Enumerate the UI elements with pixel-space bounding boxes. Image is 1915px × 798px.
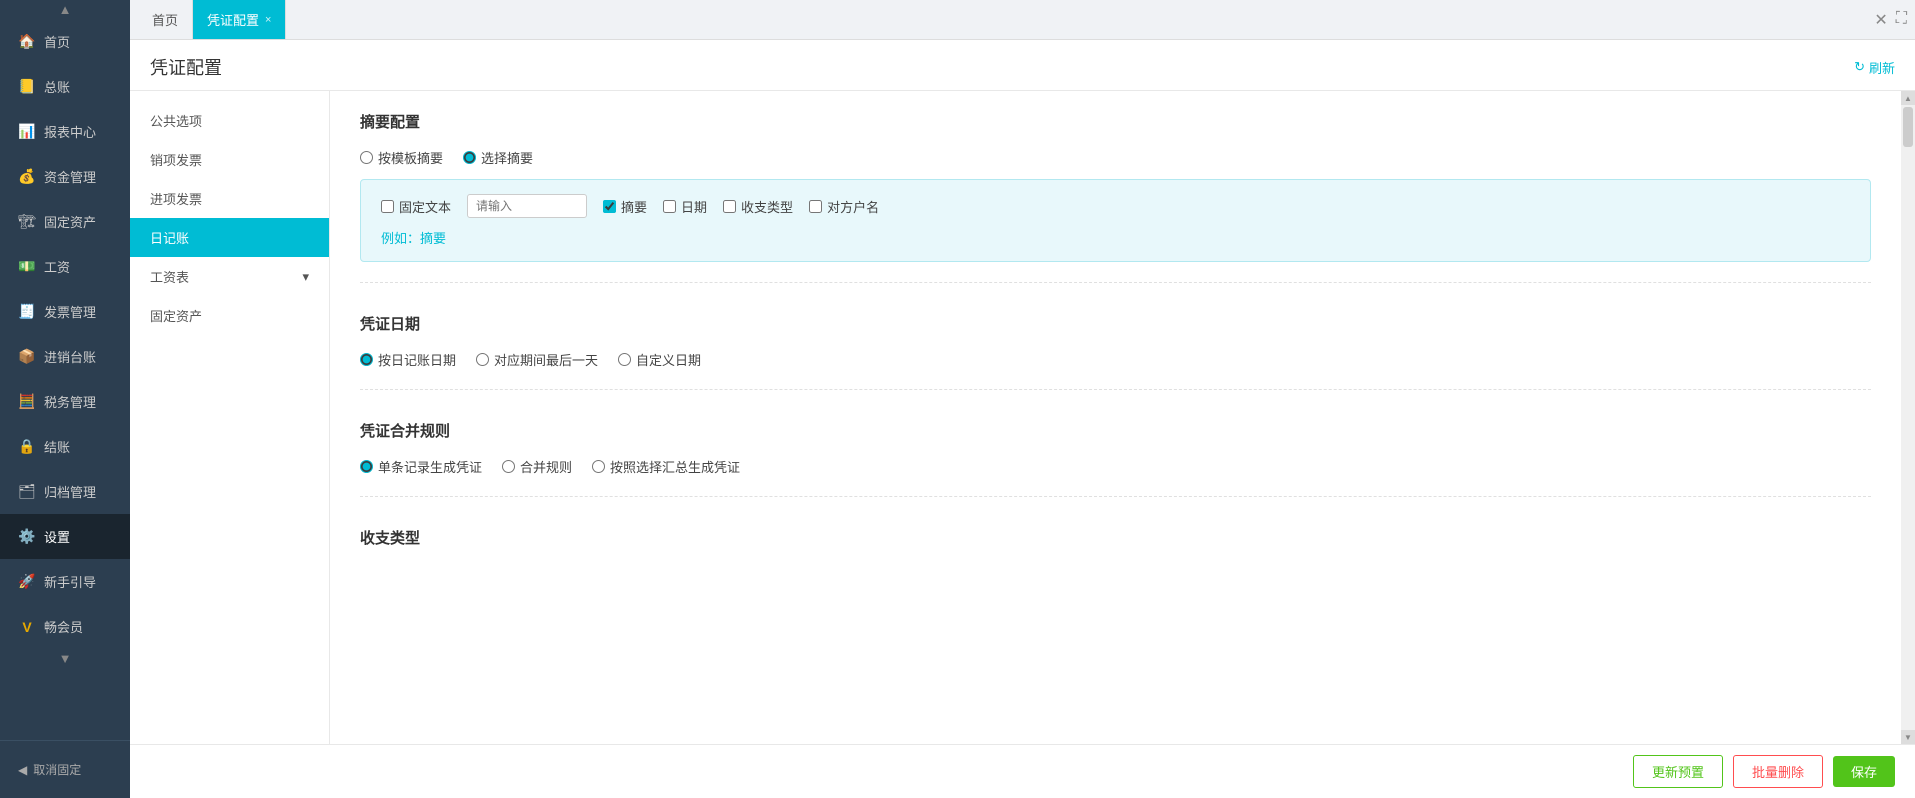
sidebar: ▲ 🏠 首页 📒 总账 📊 报表中心 💰 资金管理 🏗 固定资产 💵 工资 🧾 …	[0, 0, 130, 798]
summary-radio-group: 按模板摘要 选择摘要	[360, 148, 1871, 167]
save-button[interactable]: 保存	[1833, 756, 1895, 787]
voucher-date-radio-group: 按日记账日期 对应期间最后一天 自定义日期	[360, 350, 1871, 369]
pin-icon: ◀	[18, 763, 27, 777]
sidebar-item-archive[interactable]: 🗂 归档管理	[0, 469, 130, 514]
left-nav-fixed-assets[interactable]: 固定资产	[130, 296, 329, 335]
summary-config-section: 摘要配置 按模板摘要 选择摘要	[360, 111, 1871, 283]
refresh-icon: ↻	[1854, 59, 1865, 75]
radio-merge-rule[interactable]: 合并规则	[502, 457, 572, 476]
sidebar-item-vip[interactable]: V 畅会员	[0, 604, 130, 649]
summary-config-title: 摘要配置	[360, 111, 1871, 132]
salary-icon: 💵	[18, 258, 36, 275]
sidebar-item-invoice-mgmt[interactable]: 🧾 发票管理	[0, 289, 130, 334]
scroll-thumb[interactable]	[1903, 107, 1913, 147]
checkbox-date[interactable]: 日期	[663, 197, 707, 216]
chevron-down-icon: ▾	[302, 269, 309, 285]
funds-icon: 💰	[18, 168, 36, 185]
sidebar-item-tax[interactable]: 🧮 税务管理	[0, 379, 130, 424]
sidebar-item-home[interactable]: 🏠 首页	[0, 19, 130, 64]
main-area: 首页 凭证配置 × ✕ ⛶ 凭证配置 ↻ 刷新 公共选项	[130, 0, 1915, 798]
summary-radio-template[interactable]: 按模板摘要	[360, 148, 443, 167]
summary-checkboxes-row: 固定文本 摘要 日期	[381, 194, 1850, 218]
checkbox-fixed-text[interactable]: 固定文本	[381, 197, 451, 216]
sidebar-item-guide[interactable]: 🚀 新手引导	[0, 559, 130, 604]
invoice-mgmt-icon: 🧾	[18, 303, 36, 320]
update-preview-button[interactable]: 更新预置	[1633, 755, 1723, 788]
content-layout: 公共选项 销项发票 进项发票 日记账 工资表 ▾ 固定资产	[130, 91, 1915, 744]
scroll-up-button[interactable]: ▲	[1901, 91, 1915, 105]
reports-icon: 📊	[18, 123, 36, 140]
income-type-title: 收支类型	[360, 527, 1871, 548]
left-nav-journal[interactable]: 日记账	[130, 218, 329, 257]
summary-config-box: 固定文本 摘要 日期	[360, 179, 1871, 262]
guide-icon: 🚀	[18, 573, 36, 590]
page-title: 凭证配置	[150, 54, 222, 80]
radio-select-total[interactable]: 按照选择汇总生成凭证	[592, 457, 740, 476]
left-nav: 公共选项 销项发票 进项发票 日记账 工资表 ▾ 固定资产	[130, 91, 330, 744]
tab-actions: ✕ ⛶	[1874, 10, 1907, 30]
home-icon: 🏠	[18, 33, 36, 50]
radio-custom-date[interactable]: 自定义日期	[618, 350, 701, 369]
page-header: 凭证配置 ↻ 刷新	[130, 40, 1915, 91]
page-content: 凭证配置 ↻ 刷新 公共选项 销项发票 进项发票 日记账	[130, 40, 1915, 798]
refresh-button[interactable]: ↻ 刷新	[1854, 58, 1895, 77]
example-text: 例如：摘要	[381, 228, 1850, 247]
checkbox-income-type[interactable]: 收支类型	[723, 197, 793, 216]
sidebar-item-funds[interactable]: 💰 资金管理	[0, 154, 130, 199]
fixed-text-input[interactable]	[467, 194, 587, 218]
left-nav-purchase-invoice[interactable]: 进项发票	[130, 179, 329, 218]
sidebar-item-salary[interactable]: 💵 工资	[0, 244, 130, 289]
tab-home[interactable]: 首页	[138, 0, 193, 39]
sidebar-item-assets[interactable]: 🏗 固定资产	[0, 199, 130, 244]
sidebar-item-reports[interactable]: 📊 报表中心	[0, 109, 130, 154]
unpin-button[interactable]: ◀ 取消固定	[0, 751, 130, 788]
vip-icon: V	[18, 619, 36, 635]
left-nav-public[interactable]: 公共选项	[130, 101, 329, 140]
summary-radio-select[interactable]: 选择摘要	[463, 148, 533, 167]
sidebar-bottom: ◀ 取消固定	[0, 740, 130, 798]
voucher-date-section: 凭证日期 按日记账日期 对应期间最后一天 自定义日期	[360, 313, 1871, 390]
sidebar-scroll-down[interactable]: ▼	[0, 649, 130, 668]
purchase-icon: 📦	[18, 348, 36, 365]
left-nav-sales-invoice[interactable]: 销项发票	[130, 140, 329, 179]
sidebar-item-close[interactable]: 🔒 结账	[0, 424, 130, 469]
assets-icon: 🏗	[18, 213, 36, 230]
checkbox-summary[interactable]: 摘要	[603, 197, 647, 216]
ledger-icon: 📒	[18, 78, 36, 95]
scroll-down-button[interactable]: ▼	[1901, 730, 1915, 744]
batch-delete-button[interactable]: 批量删除	[1733, 755, 1823, 788]
window-close-icon[interactable]: ✕	[1874, 10, 1887, 30]
voucher-merge-section: 凭证合并规则 单条记录生成凭证 合并规则 按照选择汇总生成凭证	[360, 420, 1871, 497]
voucher-date-title: 凭证日期	[360, 313, 1871, 334]
settings-icon: ⚙️	[18, 528, 36, 545]
archive-icon: 🗂	[18, 483, 36, 500]
voucher-merge-radio-group: 单条记录生成凭证 合并规则 按照选择汇总生成凭证	[360, 457, 1871, 476]
tab-voucher-config[interactable]: 凭证配置 ×	[193, 0, 286, 39]
radio-journal-date[interactable]: 按日记账日期	[360, 350, 456, 369]
voucher-merge-title: 凭证合并规则	[360, 420, 1871, 441]
close-account-icon: 🔒	[18, 438, 36, 455]
left-nav-payroll[interactable]: 工资表 ▾	[130, 257, 329, 296]
radio-period-last[interactable]: 对应期间最后一天	[476, 350, 598, 369]
radio-single-record[interactable]: 单条记录生成凭证	[360, 457, 482, 476]
sidebar-item-purchase[interactable]: 📦 进销台账	[0, 334, 130, 379]
tax-icon: 🧮	[18, 393, 36, 410]
checkbox-counterpart[interactable]: 对方户名	[809, 197, 879, 216]
scroll-track: ▲ ▼	[1901, 91, 1915, 744]
window-resize-icon[interactable]: ⛶	[1896, 10, 1907, 30]
tab-bar: 首页 凭证配置 × ✕ ⛶	[130, 0, 1915, 40]
right-content: 摘要配置 按模板摘要 选择摘要	[330, 91, 1901, 744]
tab-close-icon[interactable]: ×	[265, 14, 271, 26]
sidebar-item-settings[interactable]: ⚙️ 设置	[0, 514, 130, 559]
sidebar-item-ledger[interactable]: 📒 总账	[0, 64, 130, 109]
income-type-section: 收支类型	[360, 527, 1871, 584]
sidebar-scroll-up[interactable]: ▲	[0, 0, 130, 19]
bottom-bar: 更新预置 批量删除 保存	[130, 744, 1915, 798]
